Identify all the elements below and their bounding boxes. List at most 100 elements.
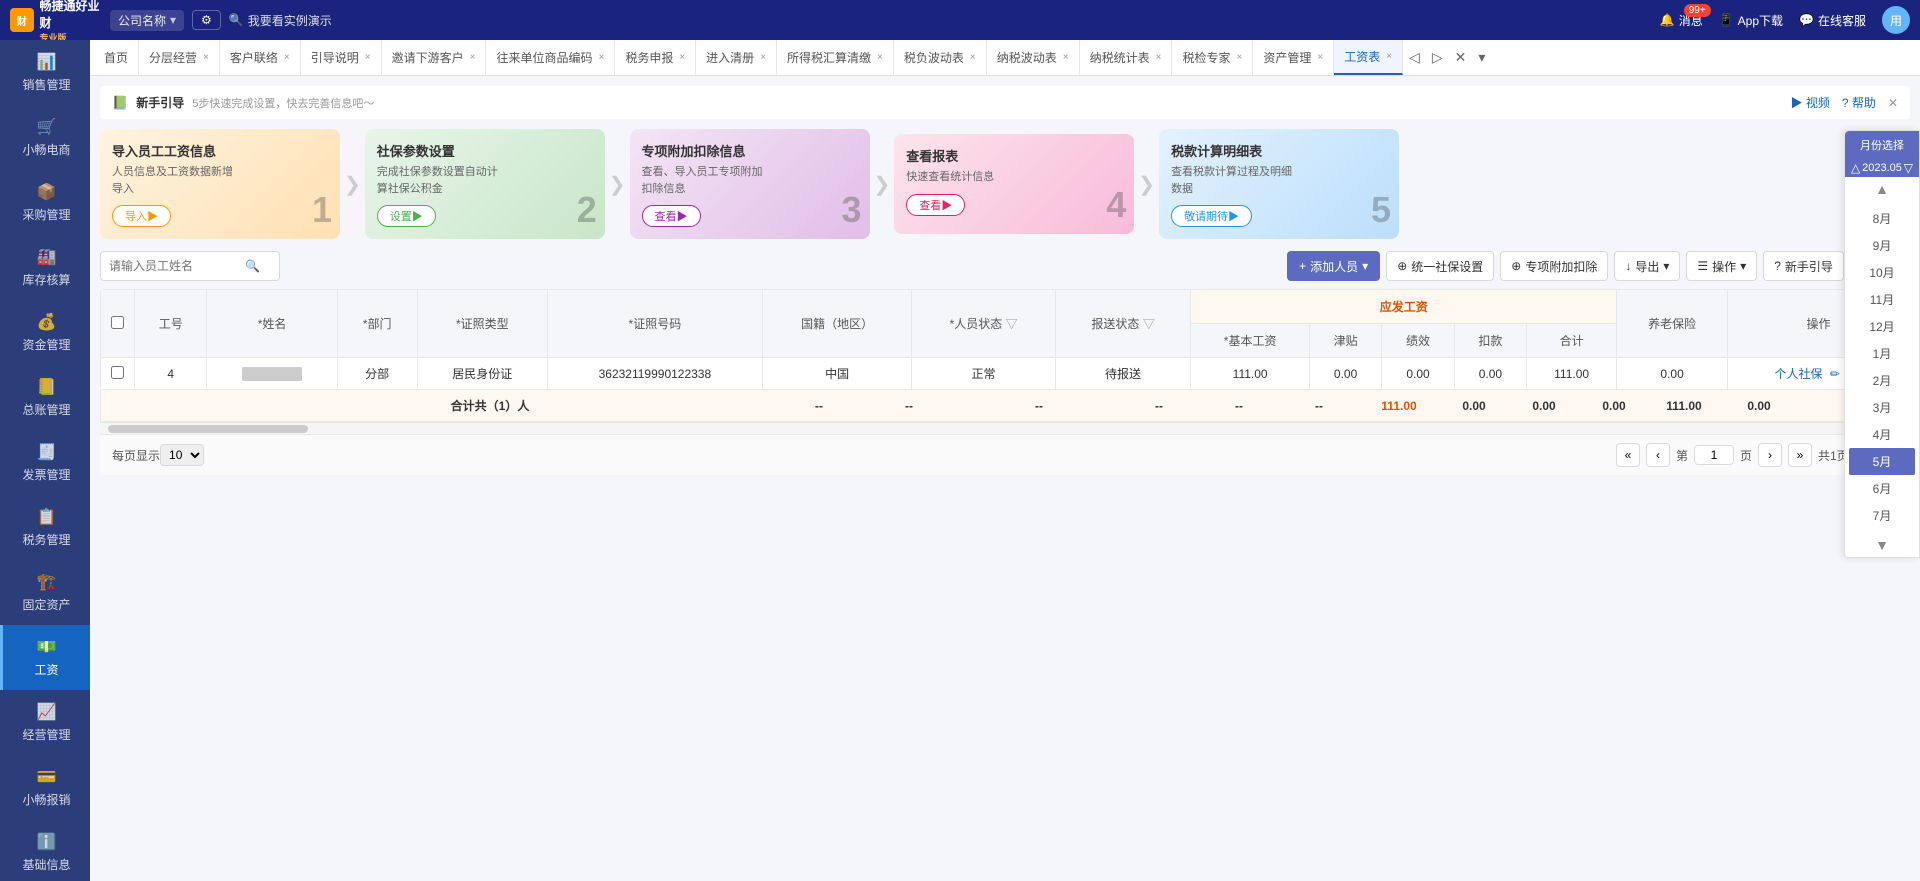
guide-btn[interactable]: ? 新手引导 xyxy=(1763,251,1844,281)
action-edit[interactable]: ✏ xyxy=(1830,367,1840,381)
tab-menu[interactable]: ▾ xyxy=(1472,49,1491,66)
step-2-btn[interactable]: 设置▶ xyxy=(377,205,436,227)
first-page-btn[interactable]: « xyxy=(1616,443,1640,467)
demo-search-btn[interactable]: 🔍 我要看实例演示 xyxy=(229,12,332,29)
guide-help-btn[interactable]: ? 帮助 xyxy=(1842,94,1876,111)
month-item-6[interactable]: 6月 xyxy=(1845,475,1919,502)
close-tab-tax-stats[interactable]: × xyxy=(1156,52,1162,63)
company-selector[interactable]: 公司名称 ▾ xyxy=(110,10,184,31)
filter-icon-report[interactable]: ▽ xyxy=(1143,317,1155,331)
month-item-11[interactable]: 11月 xyxy=(1845,286,1919,313)
sidebar-item-assets[interactable]: 🏗️ 固定资产 xyxy=(0,560,90,625)
close-tab-contact[interactable]: × xyxy=(284,52,290,63)
month-item-10[interactable]: 10月 xyxy=(1845,259,1919,286)
tab-close-all[interactable]: ✕ xyxy=(1449,49,1473,66)
tab-tax-fluctuation[interactable]: 纳税波动表 × xyxy=(987,40,1080,75)
filter-icon-status[interactable]: ▽ xyxy=(1006,317,1018,331)
sidebar-item-purchase[interactable]: 📦 采购管理 xyxy=(0,170,90,235)
month-item-3[interactable]: 3月 xyxy=(1845,394,1919,421)
month-item-7[interactable]: 7月 xyxy=(1845,502,1919,529)
tab-layered[interactable]: 分层经营 × xyxy=(139,40,220,75)
unified-settings-btn[interactable]: ⊕ 统一社保设置 xyxy=(1386,251,1494,281)
special-deduction-btn[interactable]: ⊕ 专项附加扣除 xyxy=(1500,251,1608,281)
month-item-12[interactable]: 12月 xyxy=(1845,313,1919,340)
month-scroll-down-btn[interactable]: ▼ xyxy=(1845,533,1919,557)
month-scroll-up-btn[interactable]: ▲ xyxy=(1845,177,1919,201)
sidebar-item-expense[interactable]: 💳 小畅报销 xyxy=(0,755,90,820)
prev-page-btn[interactable]: ‹ xyxy=(1646,443,1670,467)
sidebar-item-finance[interactable]: 💰 资金管理 xyxy=(0,300,90,365)
tab-guide[interactable]: 引导说明 × xyxy=(301,40,382,75)
per-page-select[interactable]: 10 20 50 xyxy=(160,444,204,466)
step-4-btn[interactable]: 查看▶ xyxy=(906,194,965,216)
close-tab-tax-report[interactable]: × xyxy=(679,52,685,63)
tab-income-tax[interactable]: 所得税汇算清缴 × xyxy=(777,40,894,75)
last-page-btn[interactable]: » xyxy=(1788,443,1812,467)
month-nav-down-btn[interactable]: ▽ xyxy=(1904,161,1913,175)
close-tab-clearance[interactable]: × xyxy=(760,52,766,63)
tab-tax-stats[interactable]: 纳税统计表 × xyxy=(1080,40,1173,75)
close-tab-tax-fluctuation[interactable]: × xyxy=(1063,52,1069,63)
sidebar-item-operations[interactable]: 📈 经营管理 xyxy=(0,690,90,755)
add-employee-btn[interactable]: + 添加人员 ▾ xyxy=(1287,251,1380,281)
month-item-9[interactable]: 9月 xyxy=(1845,232,1919,259)
search-icon[interactable]: 🔍 xyxy=(245,259,260,273)
sidebar-item-base[interactable]: ℹ️ 基础信息 xyxy=(0,820,90,881)
month-item-1[interactable]: 1月 xyxy=(1845,340,1919,367)
select-all-checkbox[interactable] xyxy=(111,316,124,329)
sidebar-item-salary[interactable]: 💵 工资 xyxy=(0,625,90,690)
close-tab-tax-burden[interactable]: × xyxy=(970,52,976,63)
sidebar-item-invoice[interactable]: 🧾 发票管理 xyxy=(0,430,90,495)
page-number-input[interactable] xyxy=(1694,445,1734,465)
operations-btn[interactable]: ☰ 操作 ▾ xyxy=(1686,251,1757,281)
close-tab-product-code[interactable]: × xyxy=(598,52,604,63)
sidebar-item-ecommerce[interactable]: 🛒 小畅电商 xyxy=(0,105,90,170)
step-5-btn[interactable]: 敬请期待▶ xyxy=(1171,205,1252,227)
app-download-btn[interactable]: 📱 App下载 xyxy=(1719,12,1783,29)
sidebar-item-inventory[interactable]: 🏭 库存核算 xyxy=(0,235,90,300)
search-input[interactable] xyxy=(109,259,239,273)
step-3-btn[interactable]: 查看▶ xyxy=(642,205,701,227)
close-tab-tax-expert[interactable]: × xyxy=(1236,52,1242,63)
sidebar-item-ledger[interactable]: 📒 总账管理 xyxy=(0,365,90,430)
close-tab-layered[interactable]: × xyxy=(203,52,209,63)
tab-salary-sheet[interactable]: 工资表 × xyxy=(1334,40,1403,75)
horizontal-scrollbar[interactable] xyxy=(108,425,308,433)
tab-nav-next[interactable]: ▷ xyxy=(1426,49,1449,66)
row-select-checkbox[interactable] xyxy=(111,366,124,379)
guide-close-btn[interactable]: ✕ xyxy=(1888,96,1898,110)
sidebar-item-sales[interactable]: 📊 销售管理 xyxy=(0,40,90,105)
tab-tax-report[interactable]: 税务申报 × xyxy=(615,40,696,75)
tab-home[interactable]: 首页 xyxy=(94,40,139,75)
tab-assets-mgmt[interactable]: 资产管理 × xyxy=(1253,40,1334,75)
tab-product-code[interactable]: 往来单位商品编码 × xyxy=(486,40,615,75)
tab-tax-expert[interactable]: 税检专家 × xyxy=(1172,40,1253,75)
month-item-2[interactable]: 2月 xyxy=(1845,367,1919,394)
tab-nav-prev[interactable]: ◁ xyxy=(1403,49,1426,66)
step-1-btn[interactable]: 导入▶ xyxy=(112,205,171,227)
sidebar-label-expense: 小畅报销 xyxy=(22,791,70,808)
tab-invite[interactable]: 邀请下游客户 × xyxy=(382,40,487,75)
month-item-4[interactable]: 4月 xyxy=(1845,421,1919,448)
close-tab-guide[interactable]: × xyxy=(365,52,371,63)
close-tab-salary-sheet[interactable]: × xyxy=(1386,51,1392,62)
online-service-btn[interactable]: 💬 在线客服 xyxy=(1799,12,1866,29)
user-avatar[interactable]: 用 xyxy=(1882,6,1910,34)
tab-contact[interactable]: 客户联络 × xyxy=(220,40,301,75)
message-btn[interactable]: 🔔 消息 99+ xyxy=(1660,12,1703,29)
sidebar-item-tax[interactable]: 📋 税务管理 xyxy=(0,495,90,560)
settings-btn[interactable]: ⚙ xyxy=(192,10,221,30)
action-personal-insurance[interactable]: 个人社保 xyxy=(1775,367,1823,381)
close-tab-income-tax[interactable]: × xyxy=(877,52,883,63)
step-3-title: 专项附加扣除信息 xyxy=(642,141,858,160)
export-btn[interactable]: ↓ 导出 ▾ xyxy=(1614,251,1680,281)
tab-tax-burden[interactable]: 税负波动表 × xyxy=(894,40,987,75)
month-nav-up-btn[interactable]: △ xyxy=(1851,161,1860,175)
month-item-5[interactable]: 5月 xyxy=(1849,448,1915,475)
guide-video-btn[interactable]: ▶ 视频 xyxy=(1791,94,1830,111)
close-tab-assets-mgmt[interactable]: × xyxy=(1317,52,1323,63)
next-page-btn[interactable]: › xyxy=(1758,443,1782,467)
close-tab-invite[interactable]: × xyxy=(470,52,476,63)
month-item-8[interactable]: 8月 xyxy=(1845,205,1919,232)
tab-clearance[interactable]: 进入清册 × xyxy=(696,40,777,75)
